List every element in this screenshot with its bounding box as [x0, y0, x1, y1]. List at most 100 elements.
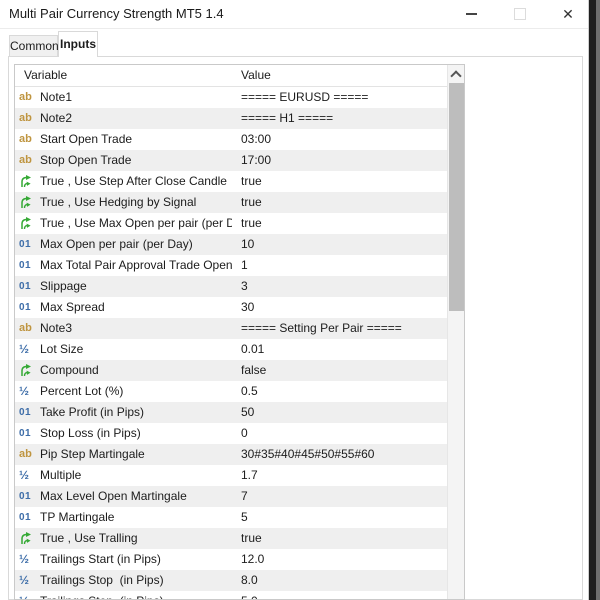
- variable-value[interactable]: 0: [241, 423, 248, 444]
- variable-name: Max Spread: [40, 300, 105, 314]
- string-type-icon: ab: [19, 154, 32, 166]
- input-row[interactable]: True , Use Max Open per pair (per D... tr…: [15, 213, 447, 234]
- boolean-branch-arrow-icon: [19, 360, 38, 383]
- variable-value[interactable]: ===== H1 =====: [241, 108, 333, 129]
- input-row[interactable]: True , Use Tralling true: [15, 528, 447, 549]
- double-type-icon: ½: [19, 552, 30, 566]
- input-row[interactable]: 01 Max Open per pair (per Day) 10: [15, 234, 447, 255]
- input-row[interactable]: ½ Lot Size 0.01: [15, 339, 447, 360]
- window-edge-outer: [596, 0, 600, 600]
- variable-value[interactable]: ===== Setting Per Pair =====: [241, 318, 402, 339]
- string-type-icon: ab: [19, 448, 32, 460]
- variable-value[interactable]: ===== EURUSD =====: [241, 87, 368, 108]
- double-type-icon: ½: [19, 573, 30, 587]
- variable-value[interactable]: 5.0: [241, 591, 258, 599]
- variable-value[interactable]: 50: [241, 402, 254, 423]
- variable-value[interactable]: 3: [241, 276, 248, 297]
- variable-value[interactable]: 30: [241, 297, 254, 318]
- input-row[interactable]: 01 Take Profit (in Pips) 50: [15, 402, 447, 423]
- variable-value[interactable]: 0.01: [241, 339, 264, 360]
- variable-value[interactable]: 0.5: [241, 381, 258, 402]
- minimize-button[interactable]: [453, 0, 489, 28]
- variable-name: Trailings Start (in Pips): [40, 552, 161, 566]
- variable-name: Multiple: [40, 468, 82, 482]
- boolean-branch-arrow-icon: [19, 528, 38, 551]
- input-row[interactable]: 01 Max Level Open Martingale 7: [15, 486, 447, 507]
- scrollbar-thumb[interactable]: [449, 83, 464, 311]
- variable-value[interactable]: true: [241, 171, 262, 192]
- close-button[interactable]: ✕: [550, 0, 586, 28]
- double-type-icon: ½: [19, 342, 30, 356]
- mt5-properties-dialog: Multi Pair Currency Strength MT5 1.4 ✕ C…: [0, 0, 600, 600]
- double-type-icon: ½: [19, 468, 30, 482]
- input-row[interactable]: ab Start Open Trade 03:00: [15, 129, 447, 150]
- maximize-icon: [514, 7, 526, 20]
- tab-common[interactable]: Common: [9, 35, 59, 56]
- variable-value[interactable]: 10: [241, 234, 254, 255]
- variable-value[interactable]: 7: [241, 486, 248, 507]
- window-edge-dark: [589, 0, 596, 600]
- variable-name: Slippage: [40, 279, 87, 293]
- variable-name: Note3: [40, 321, 73, 335]
- double-type-icon: ½: [19, 591, 38, 599]
- input-row[interactable]: ½ Percent Lot (%) 0.5: [15, 381, 447, 402]
- chevron-up-icon: [450, 70, 462, 82]
- titlebar-divider: [0, 28, 588, 29]
- variable-value[interactable]: false: [241, 360, 266, 381]
- close-icon: ✕: [562, 6, 574, 22]
- variable-name: True , Use Hedging by Signal: [40, 195, 197, 209]
- maximize-button: [502, 0, 538, 28]
- variable-value[interactable]: 17:00: [241, 150, 271, 171]
- variable-name: Max Open per pair (per Day): [40, 237, 193, 251]
- variable-name: Compound: [40, 363, 99, 377]
- input-row[interactable]: True , Use Hedging by Signal true: [15, 192, 447, 213]
- tab-inputs-label: Inputs: [60, 37, 96, 51]
- variable-value[interactable]: 30#35#40#45#50#55#60: [241, 444, 374, 465]
- variable-value[interactable]: 1: [241, 255, 248, 276]
- variable-name: Note1: [40, 90, 73, 104]
- variable-value[interactable]: true: [241, 528, 262, 549]
- variable-name: Percent Lot (%): [40, 384, 124, 398]
- input-row[interactable]: 01 Stop Loss (in Pips) 0: [15, 423, 447, 444]
- input-row[interactable]: 01 Max Spread 30: [15, 297, 447, 318]
- input-row[interactable]: ½ Multiple 1.7: [15, 465, 447, 486]
- variable-name: Stop Open Trade: [40, 153, 132, 167]
- double-type-icon: ½: [19, 384, 30, 398]
- variable-value[interactable]: true: [241, 192, 262, 213]
- variable-value[interactable]: true: [241, 213, 262, 234]
- input-row[interactable]: 01 Slippage 3: [15, 276, 447, 297]
- input-row[interactable]: ab Pip Step Martingale 30#35#40#45#50#55#6…: [15, 444, 447, 465]
- tab-common-label: Common: [10, 39, 59, 53]
- integer-type-icon: 01: [19, 428, 32, 439]
- variable-name: Trailings Step (in Pips): [40, 591, 164, 599]
- input-row[interactable]: 01 TP Martingale 5: [15, 507, 447, 528]
- scroll-up-button[interactable]: [448, 65, 464, 82]
- input-row[interactable]: ab Note2 ===== H1 =====: [15, 108, 447, 129]
- variable-name: Take Profit (in Pips): [40, 405, 145, 419]
- input-row[interactable]: ½Trailings Step (in Pips) 5.0: [15, 591, 447, 599]
- variable-name: Max Level Open Martingale: [40, 489, 187, 503]
- titlebar: Multi Pair Currency Strength MT5 1.4 ✕: [0, 0, 588, 28]
- variable-name: Max Total Pair Approval Trade Open: [40, 258, 232, 272]
- variable-name: Note2: [40, 111, 73, 125]
- variable-value[interactable]: 8.0: [241, 570, 258, 591]
- input-row[interactable]: 01 Max Total Pair Approval Trade Open 1: [15, 255, 447, 276]
- vertical-scrollbar[interactable]: [447, 65, 464, 599]
- input-row[interactable]: Compound false: [15, 360, 447, 381]
- input-row[interactable]: ½ Trailings Start (in Pips) 12.0: [15, 549, 447, 570]
- string-type-icon: ab: [19, 112, 32, 124]
- input-row[interactable]: ab Note3 ===== Setting Per Pair =====: [15, 318, 447, 339]
- input-row[interactable]: ab Stop Open Trade 17:00: [15, 150, 447, 171]
- integer-type-icon: 01: [19, 302, 32, 313]
- input-row[interactable]: ab Note1 ===== EURUSD =====: [15, 87, 447, 108]
- variable-name: Start Open Trade: [40, 132, 133, 146]
- table-header: Variable Value: [15, 65, 447, 87]
- variable-value[interactable]: 12.0: [241, 549, 264, 570]
- input-row[interactable]: ½ Trailings Stop (in Pips) 8.0: [15, 570, 447, 591]
- variable-value[interactable]: 1.7: [241, 465, 258, 486]
- string-type-icon: ab: [19, 322, 32, 334]
- tab-inputs[interactable]: Inputs: [58, 31, 98, 57]
- variable-value[interactable]: 5: [241, 507, 248, 528]
- variable-value[interactable]: 03:00: [241, 129, 271, 150]
- input-row[interactable]: True , Use Step After Close Candle true: [15, 171, 447, 192]
